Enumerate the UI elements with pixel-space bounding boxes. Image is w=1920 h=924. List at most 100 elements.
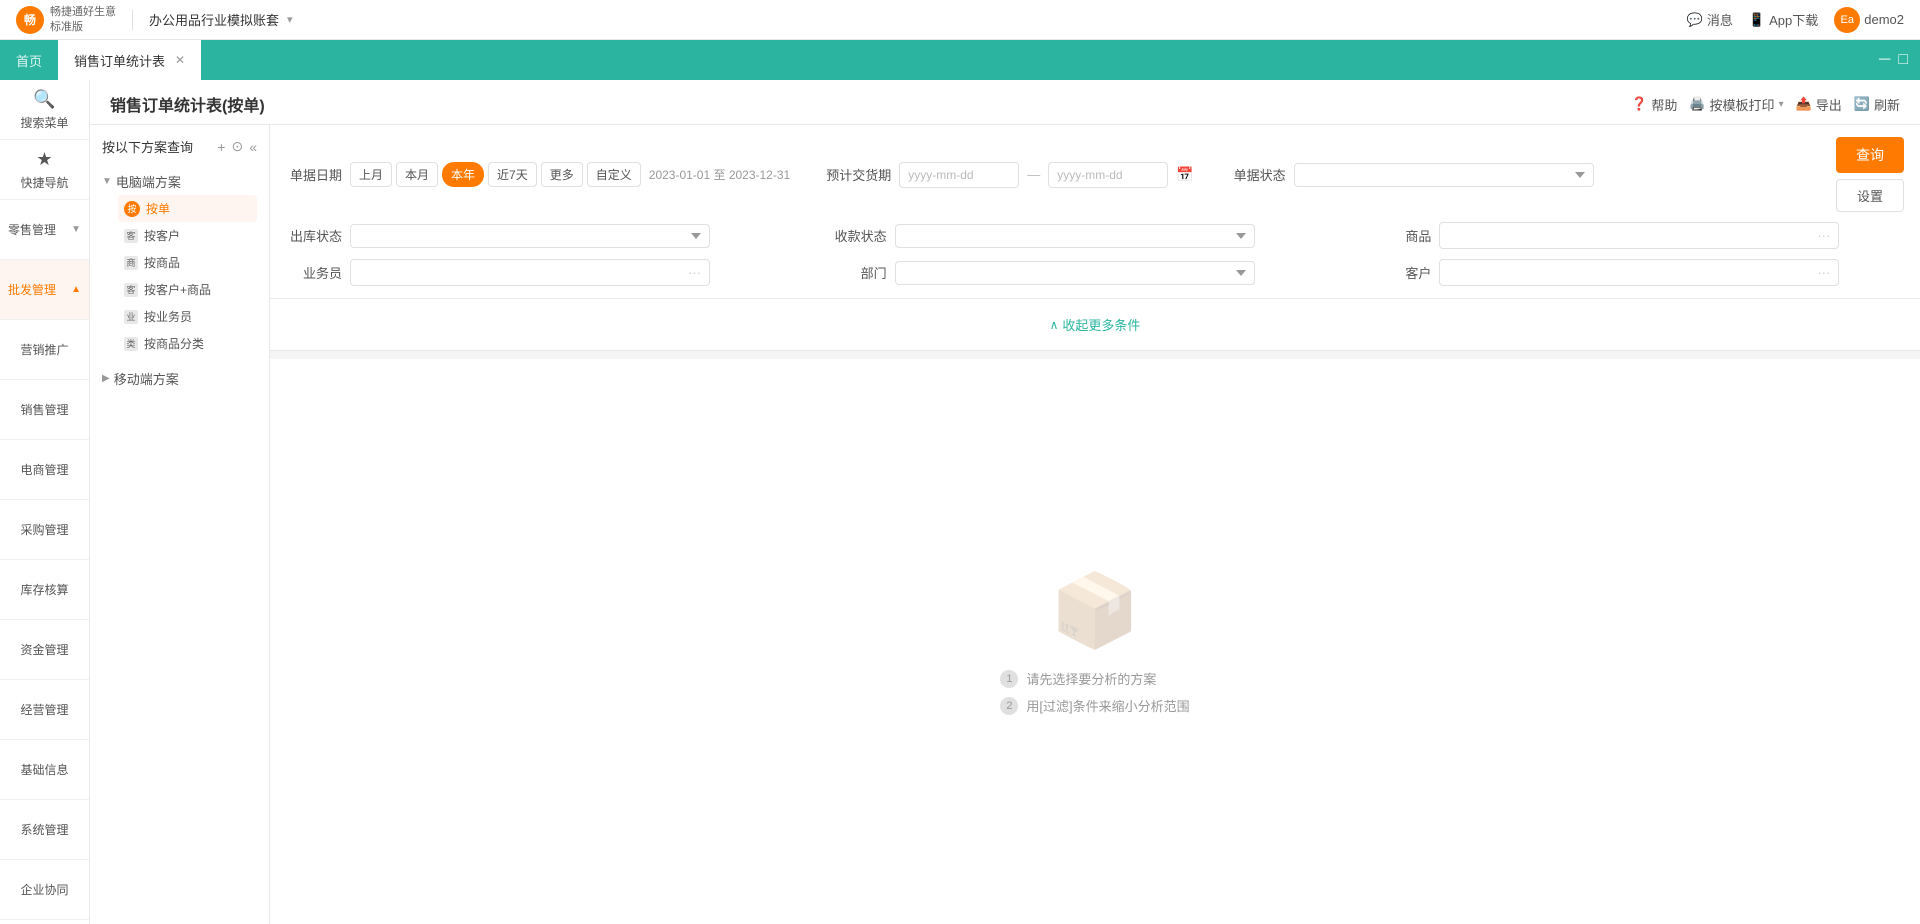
scheme-item-by-salesperson[interactable]: 业 按业务员 (118, 303, 257, 330)
scheme-item-by-customer-goods[interactable]: 客 按客户+商品 (118, 276, 257, 303)
sidebar-item-system[interactable]: 系统管理 (0, 800, 89, 860)
customer-dots-icon: ··· (1817, 265, 1830, 280)
sidebar-item-finance[interactable]: 资金管理 (0, 620, 89, 680)
scheme-settings-icon[interactable]: ⊙ (231, 138, 243, 155)
customer-label: 客户 (1375, 263, 1431, 282)
date-btn-this-year[interactable]: 本年 (442, 162, 484, 187)
scheme-item-icon-by-cg: 客 (124, 283, 138, 297)
dropdown-icon[interactable]: ▾ (287, 13, 293, 26)
sidebar-item-quick-nav[interactable]: ★ 快捷导航 (0, 140, 89, 200)
app-download-btn[interactable]: 📱 App下载 (1749, 10, 1818, 29)
scheme-category-mobile-header[interactable]: ▶ 移动端方案 (102, 365, 257, 392)
scheme-item-by-category[interactable]: 类 按商品分类 (118, 330, 257, 357)
sidebar-item-enterprise[interactable]: 企业协同 (0, 860, 89, 920)
search-menu-icon: 🔍 (33, 89, 55, 110)
scheme-add-icon[interactable]: + (217, 139, 225, 155)
help-btn[interactable]: ❓ 帮助 (1631, 95, 1677, 114)
sidebar-item-sales[interactable]: 销售管理 (0, 380, 89, 440)
empty-tip-1: 1 请先选择要分析的方案 (1000, 669, 1189, 688)
action-buttons: 查询 设置 (1836, 137, 1904, 212)
doc-status-select[interactable] (1294, 163, 1594, 187)
sidebar-item-marketing[interactable]: 营销推广 (0, 320, 89, 380)
sidebar-item-purchase[interactable]: 采购管理 (0, 500, 89, 560)
maximize-btn[interactable]: □ (1898, 51, 1908, 69)
filter-conditions: 单据日期 上月 本月 本年 近7天 更多 自定义 2023-01-01 至 20… (270, 125, 1920, 299)
help-icon: ❓ (1631, 96, 1647, 112)
message-icon: 💬 (1687, 12, 1703, 28)
user-area[interactable]: Ea demo2 (1834, 7, 1904, 33)
settings-button[interactable]: 设置 (1836, 179, 1904, 212)
sidebar-item-inventory[interactable]: 库存核算 (0, 560, 89, 620)
sidebar-item-new-guide[interactable]: 新手引导 (0, 920, 89, 924)
customer-input[interactable]: ··· (1439, 259, 1839, 286)
sidebar-item-operations[interactable]: 经营管理 (0, 680, 89, 740)
date-separator: — (1027, 167, 1040, 182)
payment-status-select[interactable] (895, 224, 1255, 248)
sidebar-item-ecommerce[interactable]: 电商管理 (0, 440, 89, 500)
page-header-actions: ❓ 帮助 🖨️ 按模板打印 ▾ 📤 导出 🔄 刷新 (1631, 95, 1900, 114)
sidebar-item-search-menu[interactable]: 🔍 搜索菜单 (0, 80, 89, 140)
ship-status-select[interactable] (350, 224, 710, 248)
scheme-panel-header: 按以下方案查询 + ⊙ « (90, 133, 269, 164)
expected-date-start[interactable] (899, 162, 1019, 188)
doc-status-group: 单据状态 (1230, 163, 1808, 187)
dept-select[interactable] (895, 261, 1255, 285)
sidebar-item-retail[interactable]: 零售管理 ▼ (0, 200, 89, 260)
tab-bar: 首页 销售订单统计表 ✕ ─ □ (0, 40, 1920, 80)
date-btn-last-7days[interactable]: 近7天 (488, 162, 537, 187)
expected-date-label: 预计交货期 (826, 165, 891, 184)
date-btn-custom[interactable]: 自定义 (587, 162, 641, 187)
scheme-item-by-order[interactable]: 按 按单 (118, 195, 257, 222)
template-print-btn[interactable]: 🖨️ 按模板打印 ▾ (1689, 95, 1783, 114)
date-filter-group: 单据日期 上月 本月 本年 近7天 更多 自定义 2023-01-01 至 20… (286, 162, 790, 187)
scheme-item-by-goods[interactable]: 商 按商品 (118, 249, 257, 276)
tab-close-icon[interactable]: ✕ (175, 53, 185, 67)
goods-group: 商品 ··· (1375, 222, 1904, 249)
empty-state-icon: 📦 (1050, 568, 1140, 653)
filter-conditions-wrapper: 单据日期 上月 本月 本年 近7天 更多 自定义 2023-01-01 至 20… (270, 125, 1920, 351)
message-btn[interactable]: 💬 消息 (1687, 10, 1733, 29)
date-btn-last-month[interactable]: 上月 (350, 162, 392, 187)
payment-status-group: 收款状态 (831, 224, 1360, 248)
search-button[interactable]: 查询 (1836, 137, 1904, 173)
scheme-item-icon-by-order: 按 (124, 201, 140, 217)
date-btn-more[interactable]: 更多 (541, 162, 583, 187)
date-range-text: 2023-01-01 至 2023-12-31 (649, 166, 790, 183)
filter-row-2: 出库状态 收款状态 (286, 222, 1904, 249)
goods-input[interactable]: ··· (1439, 222, 1839, 249)
salesperson-input[interactable]: ··· (350, 259, 710, 286)
export-btn[interactable]: 📤 导出 (1796, 95, 1842, 114)
scheme-panel-title: 按以下方案查询 (102, 137, 193, 156)
calendar-icon-end[interactable]: 📅 (1176, 166, 1193, 183)
collapse-btn[interactable]: ∧ 收起更多条件 (270, 307, 1920, 342)
doc-status-select-wrap (1294, 163, 1808, 187)
tip-num-1: 1 (1000, 670, 1018, 688)
logo-icon: 畅 (16, 6, 44, 34)
scheme-item-icon-by-goods: 商 (124, 256, 138, 270)
scheme-item-icon-by-sp: 业 (124, 310, 138, 324)
tab-sales-stat[interactable]: 销售订单统计表 ✕ (58, 40, 201, 80)
mobile-category-expand-icon: ▶ (102, 373, 110, 384)
tab-home[interactable]: 首页 (0, 40, 58, 80)
refresh-btn[interactable]: 🔄 刷新 (1854, 95, 1900, 114)
minimize-btn[interactable]: ─ (1879, 51, 1890, 69)
scheme-panel: 按以下方案查询 + ⊙ « ▼ 电脑端方案 按 按单 (90, 125, 270, 924)
ship-status-select-wrap (350, 224, 815, 248)
scheme-item-by-customer[interactable]: 客 按客户 (118, 222, 257, 249)
scheme-category-pc: ▼ 电脑端方案 按 按单 客 按客户 商 (90, 164, 269, 361)
filter-layout: 按以下方案查询 + ⊙ « ▼ 电脑端方案 按 按单 (90, 125, 1920, 924)
expected-date-end[interactable] (1048, 162, 1168, 188)
goods-dots-icon: ··· (1817, 228, 1830, 243)
sidebar-item-wholesale[interactable]: 批发管理 ▲ (0, 260, 89, 320)
expected-date-group: 预计交货期 — 📅 (826, 162, 1193, 188)
scheme-collapse-icon[interactable]: « (249, 139, 257, 155)
sidebar-item-basic-info[interactable]: 基础信息 (0, 740, 89, 800)
date-btn-this-month[interactable]: 本月 (396, 162, 438, 187)
top-bar-title: 办公用品行业模拟账套 (149, 10, 279, 29)
scheme-category-pc-header[interactable]: ▼ 电脑端方案 (102, 168, 257, 195)
user-name: demo2 (1864, 12, 1904, 27)
main-layout: 🔍 搜索菜单 ★ 快捷导航 零售管理 ▼ 批发管理 ▲ 营销推广 销售管理 电商… (0, 80, 1920, 924)
dept-label: 部门 (831, 263, 887, 282)
scheme-list-pc: 按 按单 客 按客户 商 按商品 客 按客户+商 (102, 195, 257, 357)
salesperson-group: 业务员 ··· (286, 259, 815, 286)
